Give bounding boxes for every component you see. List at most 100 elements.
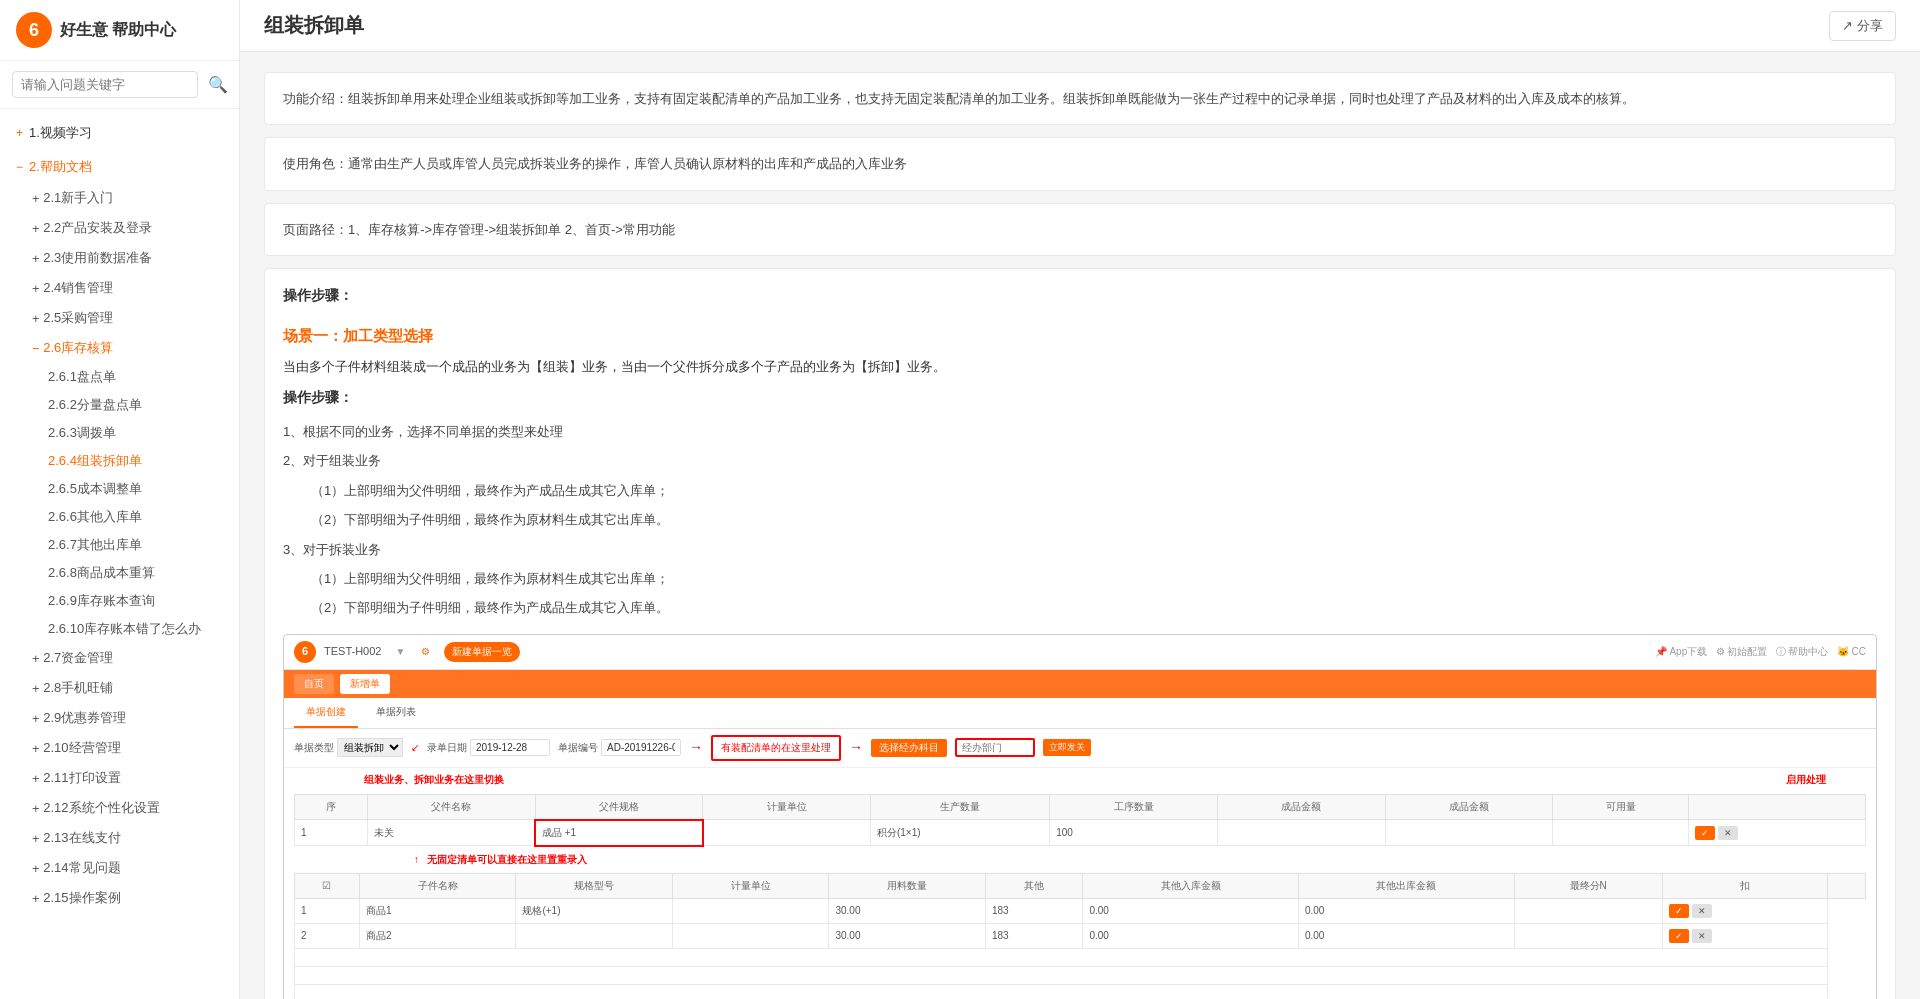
mock-table1-col3: 父件规格 <box>535 794 703 820</box>
mock-header-id: TEST-H002 <box>324 642 381 662</box>
table-row <box>295 948 1866 966</box>
mock-row-btn[interactable]: ✓ <box>1695 826 1715 840</box>
nav-item-2-6-10[interactable]: 2.6.10库存账本错了怎么办 <box>0 615 239 643</box>
mock-table2-container: ☑ 子件名称 规格型号 计量单位 用料数量 其他 其他入库金额 其他出库金额 最… <box>284 871 1876 999</box>
nav-item-2-14[interactable]: + 2.14常见问题 <box>0 853 239 883</box>
mock-nav-home[interactable]: 自页 <box>294 674 334 694</box>
mock-table1: 序 父件名称 父件规格 计量单位 生产数量 工序数量 成品金额 成品金额 可用量 <box>294 794 1866 847</box>
nav-item-2-6-5[interactable]: 2.6.5成本调整单 <box>0 475 239 503</box>
ops-block: 操作步骤： 场景一：加工类型选择 当由多个子件材料组装成一个成品的业务为【组装】… <box>264 268 1896 999</box>
mock-logo-icon: 6 <box>294 641 316 663</box>
nav-item-2-10[interactable]: + 2.10经营管理 <box>0 733 239 763</box>
search-input[interactable] <box>12 71 198 98</box>
mock-tab-row: 单据创建 单据列表 <box>284 698 1876 729</box>
mock-table1-col8: 成品金额 <box>1385 794 1553 820</box>
step2-1: （1）上部明细为父件明细，最终作为产成品生成其它入库单； <box>283 479 1877 502</box>
mock-save-btn[interactable]: 立即发关 <box>1043 739 1091 756</box>
nav-item-2-3[interactable]: + 2.3使用前数据准备 <box>0 243 239 273</box>
nav-item-2-12[interactable]: + 2.12系统个性化设置 <box>0 793 239 823</box>
mock-num-input[interactable] <box>601 739 681 756</box>
mock-select-btn[interactable]: 选择经办科目 <box>871 739 947 757</box>
nav-item-2-6-4[interactable]: 2.6.4组装拆卸单 <box>0 447 239 475</box>
nav-section-video: + 1.视频学习 <box>0 117 239 149</box>
mock-table2-col3: 计量单位 <box>672 873 829 898</box>
mock-row2-btn[interactable]: ✓ <box>1669 904 1689 918</box>
mock-row2-del-btn[interactable]: ✕ <box>1692 904 1712 918</box>
share-button[interactable]: ↗ 分享 <box>1829 11 1896 41</box>
mock-field-type: 单据类型 组装拆卸 <box>294 738 403 757</box>
screenshot-inner: 6 TEST-H002 ▼ ⚙ 新建单据一览 📌 App下载 ⚙ 初始配置 ⓘ … <box>284 635 1876 999</box>
step2-2: （2）下部明细为子件明细，最终作为原材料生成其它出库单。 <box>283 508 1877 531</box>
mock-table2-col10 <box>1827 873 1865 898</box>
step3-1: （1）上部明细为父件明细，最终作为原材料生成其它出库单； <box>283 567 1877 590</box>
page-title: 组装拆卸单 <box>264 12 364 39</box>
nav-item-2-9[interactable]: + 2.9优惠券管理 <box>0 703 239 733</box>
intro-block: 功能介绍：组装拆卸单用来处理企业组装或拆卸等加工业务，支持有固定装配清单的产品加… <box>264 72 1896 125</box>
nav-item-2-13[interactable]: + 2.13在线支付 <box>0 823 239 853</box>
nav-item-2-6-8[interactable]: 2.6.8商品成本重算 <box>0 559 239 587</box>
ops-title: 操作步骤： <box>283 283 1877 308</box>
nav-section-docs: − 2.帮助文档 + 2.1新手入门 + 2.2产品安装及登录 + 2.3使用前… <box>0 151 239 913</box>
nav-item-2-5[interactable]: + 2.5采购管理 <box>0 303 239 333</box>
minus-icon: − <box>16 160 23 174</box>
table-row <box>295 966 1866 984</box>
mock-arrow4: ↑ <box>414 851 419 869</box>
sidebar: 6 好生意 帮助中心 🔍 + 1.视频学习 − 2.帮助文档 + 2.1新手入门 <box>0 0 240 999</box>
search-area: 🔍 <box>0 61 239 109</box>
mock-dept-input[interactable] <box>955 738 1035 757</box>
mock-app-header: 6 TEST-H002 ▼ ⚙ 新建单据一览 📌 App下载 ⚙ 初始配置 ⓘ … <box>284 635 1876 670</box>
scenario1-desc: 当由多个子件材料组装成一个成品的业务为【组装】业务，当由一个父件拆分成多个子产品… <box>283 355 1877 378</box>
nav-item-2-4[interactable]: + 2.4销售管理 <box>0 273 239 303</box>
mock-table2-col8: 最终分N <box>1514 873 1662 898</box>
nav-item-2-6-1[interactable]: 2.6.1盘点单 <box>0 363 239 391</box>
mock-row-del-btn[interactable]: ✕ <box>1718 826 1738 840</box>
mock-arrow2: → <box>689 735 703 760</box>
mock-field-dept <box>955 738 1035 757</box>
plus-icon: + <box>16 126 23 140</box>
mock-type-select[interactable]: 组装拆卸 <box>337 738 403 757</box>
nav-item-2-7[interactable]: + 2.7资金管理 <box>0 643 239 673</box>
mock-nav-new[interactable]: 新增单 <box>340 674 390 694</box>
mock-highlighted-cell: 成品 +1 <box>535 820 703 846</box>
mock-table1-col10 <box>1689 794 1866 820</box>
nav-item-2-8[interactable]: + 2.8手机旺铺 <box>0 673 239 703</box>
table-row: 2 商品2 30.00 183 0.00 0.00 <box>295 923 1866 948</box>
mock-table2-check: ☑ <box>295 873 360 898</box>
nav-item-2-1[interactable]: + 2.1新手入门 <box>0 183 239 213</box>
mock-tab-list[interactable]: 单据列表 <box>364 698 428 728</box>
mock-arrow1: ↙ <box>411 739 419 757</box>
step1: 1、根据不同的业务，选择不同单据的类型来处理 <box>283 420 1877 443</box>
nav-item-2-2[interactable]: + 2.2产品安装及登录 <box>0 213 239 243</box>
nav-item-2-11[interactable]: + 2.11打印设置 <box>0 763 239 793</box>
mock-date-input[interactable] <box>470 739 550 756</box>
nav-item-2-6-9[interactable]: 2.6.9库存账本查询 <box>0 587 239 615</box>
table-row: 1 未关 成品 +1 积分(1×1) 100 <box>295 820 1866 846</box>
nav-item-2-15[interactable]: + 2.15操作案例 <box>0 883 239 913</box>
mock-table2: ☑ 子件名称 规格型号 计量单位 用料数量 其他 其他入库金额 其他出库金额 最… <box>294 873 1866 999</box>
mock-table1-col4: 计量单位 <box>703 794 871 820</box>
table-row <box>295 984 1866 999</box>
mock-annotation2: 组装业务、拆卸业务在这里切换 <box>364 771 504 789</box>
share-icon: ↗ <box>1842 18 1853 33</box>
step3-2: （2）下部明细为子件明细，最终作为产成品生成其它入库单。 <box>283 596 1877 619</box>
mock-table1-col6: 工序数量 <box>1050 794 1218 820</box>
nav-item-2-6-6[interactable]: 2.6.6其他入库单 <box>0 503 239 531</box>
mock-annotation-row: 组装业务、拆卸业务在这里切换 启用处理 <box>284 768 1876 792</box>
ops-steps-title: 操作步骤： <box>283 385 1877 410</box>
nav-item-docs[interactable]: − 2.帮助文档 <box>0 151 239 183</box>
mock-tab-create[interactable]: 单据创建 <box>294 698 358 728</box>
search-button[interactable]: 🔍 <box>204 73 232 96</box>
mock-row3-btn[interactable]: ✓ <box>1669 929 1689 943</box>
nav-item-2-6-7[interactable]: 2.6.7其他出库单 <box>0 531 239 559</box>
mock-annotation3: 启用处理 <box>1786 771 1826 789</box>
nav-item-2-6-2[interactable]: 2.6.2分量盘点单 <box>0 391 239 419</box>
table-row: 1 商品1 规格(+1) 30.00 183 0.00 0.00 <box>295 898 1866 923</box>
mock-annotation4: 无固定清单可以直接在这里置重录入 <box>427 851 587 869</box>
mock-field-num: 单据编号 <box>558 739 681 757</box>
mock-row3-del-btn[interactable]: ✕ <box>1692 929 1712 943</box>
nav-item-2-6-3[interactable]: 2.6.3调拨单 <box>0 419 239 447</box>
nav-item-2-6[interactable]: − 2.6库存核算 <box>0 333 239 363</box>
nav-item-video[interactable]: + 1.视频学习 <box>0 117 239 149</box>
path-block: 页面路径：1、库存核算->库存管理->组装拆卸单 2、首页->常用功能 <box>264 203 1896 256</box>
logo-area: 6 好生意 帮助中心 <box>0 0 239 61</box>
